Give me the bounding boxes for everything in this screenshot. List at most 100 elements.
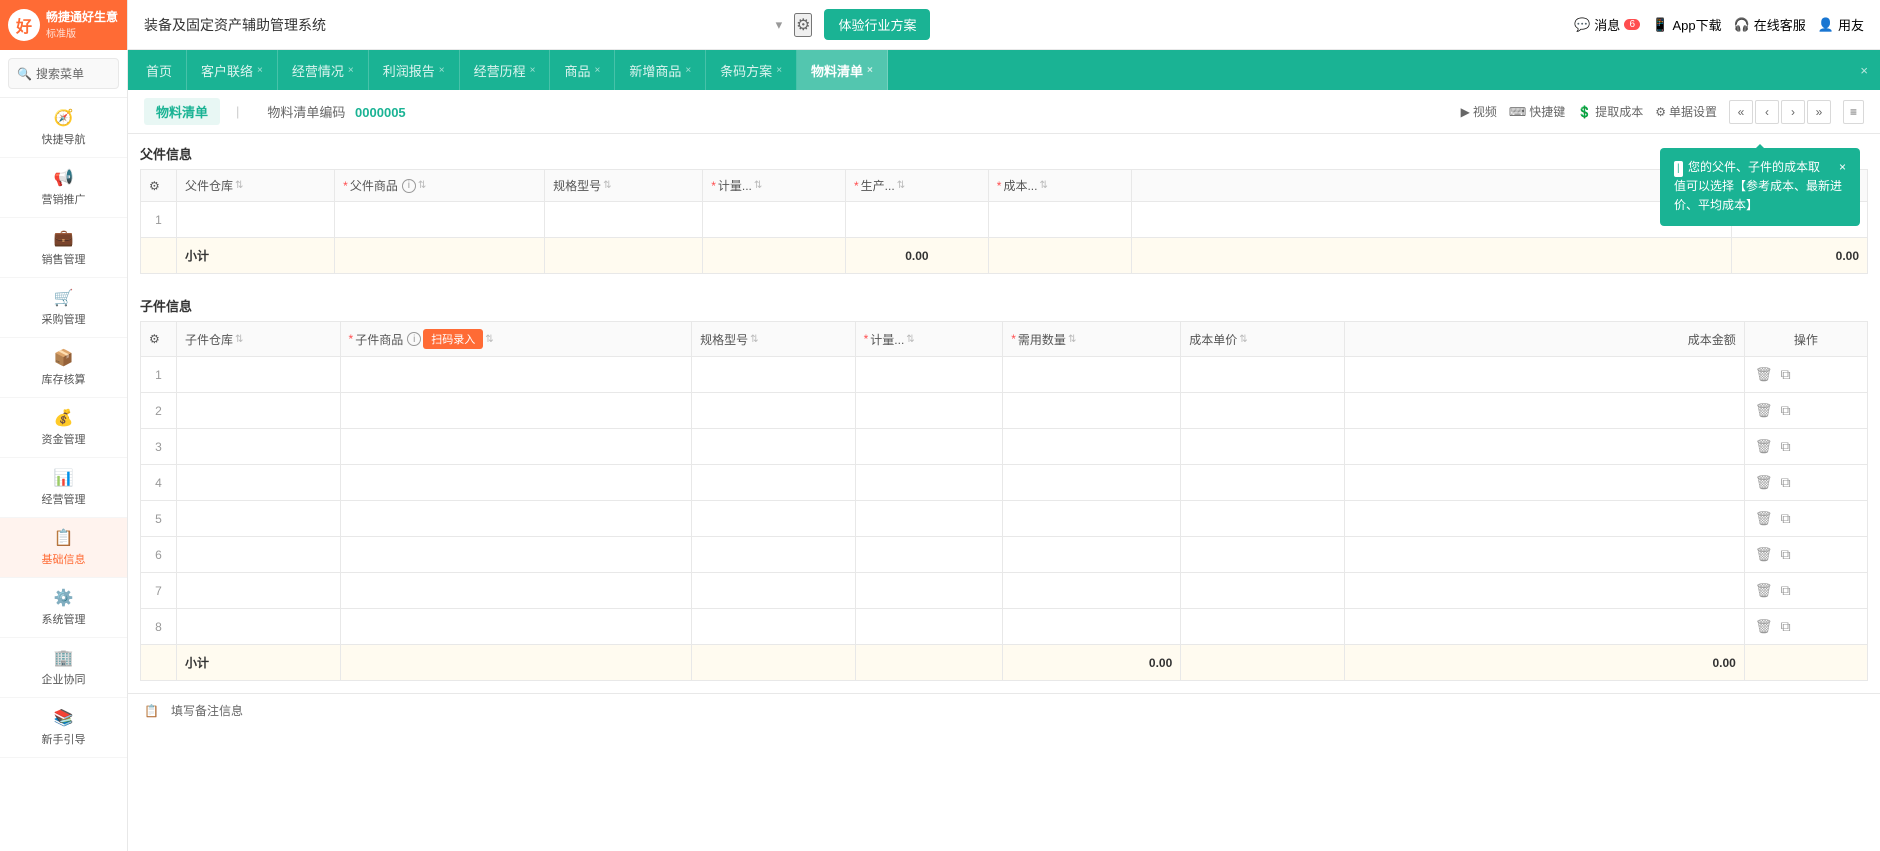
tab-customers[interactable]: 客户联络 × bbox=[187, 50, 278, 90]
copy-row-7-button[interactable]: ⧉ bbox=[1779, 580, 1793, 601]
page-content: 物料清单 | 物料清单编码 0000005 ▶ 视频 ⌨ 快捷键 bbox=[128, 90, 1880, 851]
child-unit-1[interactable] bbox=[855, 357, 1003, 393]
child-col-unit-cost: 成本单价⇅ bbox=[1181, 322, 1345, 357]
parent-production-cell[interactable] bbox=[846, 202, 989, 238]
child-warehouse-1[interactable] bbox=[177, 357, 341, 393]
breadcrumb-tab-bom-list[interactable]: 物料清单 bbox=[144, 98, 220, 125]
search-menu-button[interactable]: 🔍 搜索菜单 bbox=[8, 58, 119, 89]
close-all-tabs[interactable]: × bbox=[1852, 63, 1876, 78]
sidebar-item-inventory[interactable]: 📦 库存核算 bbox=[0, 338, 127, 398]
tab-goods-close[interactable]: × bbox=[594, 65, 600, 76]
sidebar-item-operation[interactable]: 📊 经营管理 bbox=[0, 458, 127, 518]
sales-icon: 💼 bbox=[54, 228, 74, 248]
last-page-button[interactable]: » bbox=[1807, 100, 1831, 124]
delete-row-2-button[interactable]: 🗑 bbox=[1753, 400, 1775, 421]
tooltip-close-button[interactable]: × bbox=[1839, 158, 1846, 177]
page-header-actions: ▶ 视频 ⌨ 快捷键 💲 提取成本 ⚙ 单据设置 bbox=[1461, 100, 1864, 124]
guide-icon: 📚 bbox=[54, 708, 74, 728]
parent-col-unit: *计量...⇅ bbox=[703, 170, 846, 202]
copy-row-2-button[interactable]: ⧉ bbox=[1779, 400, 1793, 421]
sidebar-item-quick-nav[interactable]: 🧭 快捷导航 bbox=[0, 98, 127, 158]
delete-row-5-button[interactable]: 🗑 bbox=[1753, 508, 1775, 529]
single-settings-action[interactable]: ⚙ 单据设置 bbox=[1655, 103, 1717, 120]
system-title: 装备及固定资产辅助管理系统 bbox=[144, 15, 764, 35]
parent-col-settings[interactable]: ⚙ bbox=[141, 170, 177, 202]
delete-row-4-button[interactable]: 🗑 bbox=[1753, 472, 1775, 493]
delete-row-8-button[interactable]: 🗑 bbox=[1753, 616, 1775, 637]
settings-icon[interactable]: ⚙ bbox=[794, 13, 812, 37]
trial-button[interactable]: 体验行业方案 bbox=[824, 9, 930, 40]
prev-page-button[interactable]: ‹ bbox=[1755, 100, 1779, 124]
sidebar-item-finance[interactable]: 💰 资金管理 bbox=[0, 398, 127, 458]
child-spec-1[interactable] bbox=[692, 357, 856, 393]
tab-history-close[interactable]: × bbox=[530, 65, 536, 76]
child-col-settings[interactable]: ⚙ bbox=[141, 322, 177, 357]
sidebar-item-basic-info[interactable]: 📋 基础信息 bbox=[0, 518, 127, 578]
tab-new-goods-close[interactable]: × bbox=[685, 65, 691, 76]
sidebar-item-purchase[interactable]: 🛒 采购管理 bbox=[0, 278, 127, 338]
tab-profit-close[interactable]: × bbox=[439, 65, 445, 76]
tab-bom-close[interactable]: × bbox=[867, 65, 873, 76]
child-subtotal-row: 小计 0.00 0.00 bbox=[141, 645, 1868, 681]
app-subtitle: 标准版 bbox=[46, 25, 118, 40]
sidebar-item-label: 系统管理 bbox=[42, 611, 86, 627]
parent-col-cost: *成本...⇅ bbox=[988, 170, 1131, 202]
child-qty-1[interactable] bbox=[1003, 357, 1181, 393]
tab-history[interactable]: 经营历程 × bbox=[460, 50, 551, 90]
sidebar-item-guide[interactable]: 📚 新手引导 bbox=[0, 698, 127, 758]
first-page-button[interactable]: « bbox=[1729, 100, 1753, 124]
child-subtotal-qty: 0.00 bbox=[1003, 645, 1181, 681]
expand-button[interactable]: ≡ bbox=[1843, 100, 1864, 124]
parent-goods-cell[interactable] bbox=[335, 202, 545, 238]
sidebar-item-corp[interactable]: 🏢 企业协同 bbox=[0, 638, 127, 698]
parent-unit-cell[interactable] bbox=[703, 202, 846, 238]
app-name: 畅捷通好生意 bbox=[46, 10, 118, 24]
copy-row-3-button[interactable]: ⧉ bbox=[1779, 436, 1793, 457]
delete-row-7-button[interactable]: 🗑 bbox=[1753, 580, 1775, 601]
parent-cost-cell[interactable] bbox=[988, 202, 1131, 238]
sidebar-item-marketing[interactable]: 📢 营销推广 bbox=[0, 158, 127, 218]
tab-bom-label: 物料清单 bbox=[811, 61, 863, 80]
tab-goods[interactable]: 商品 × bbox=[550, 50, 615, 90]
sidebar-search-section: 🔍 搜索菜单 bbox=[0, 50, 127, 98]
sidebar-item-system[interactable]: ⚙️ 系统管理 bbox=[0, 578, 127, 638]
child-unit-cost-1[interactable] bbox=[1181, 357, 1345, 393]
delete-row-1-button[interactable]: 🗑 bbox=[1753, 364, 1775, 385]
tab-operations-close[interactable]: × bbox=[348, 65, 354, 76]
tab-operations[interactable]: 经营情况 × bbox=[278, 50, 369, 90]
next-page-button[interactable]: › bbox=[1781, 100, 1805, 124]
tab-barcode-close[interactable]: × bbox=[776, 65, 782, 76]
parent-section-title: 父件信息 bbox=[140, 134, 1868, 169]
scan-button[interactable]: 扫码录入 bbox=[423, 329, 483, 349]
tab-new-goods-label: 新增商品 bbox=[629, 61, 681, 80]
tab-bom[interactable]: 物料清单 × bbox=[797, 50, 888, 90]
tab-home[interactable]: 首页 bbox=[132, 50, 187, 90]
shortcut-action[interactable]: ⌨ 快捷键 bbox=[1509, 103, 1565, 120]
bottom-bar: 📋 填写备注信息 bbox=[128, 693, 1880, 727]
copy-row-4-button[interactable]: ⧉ bbox=[1779, 472, 1793, 493]
tab-customers-close[interactable]: × bbox=[257, 65, 263, 76]
parent-spec-cell[interactable] bbox=[545, 202, 703, 238]
search-menu-label: 搜索菜单 bbox=[36, 65, 84, 82]
user-action[interactable]: 👤 用友 bbox=[1818, 15, 1864, 34]
sidebar-item-sales[interactable]: 💼 销售管理 bbox=[0, 218, 127, 278]
copy-row-1-button[interactable]: ⧉ bbox=[1779, 364, 1793, 385]
child-table-row: 3 🗑⧉ bbox=[141, 429, 1868, 465]
extract-cost-action[interactable]: 💲 提取成本 bbox=[1577, 103, 1643, 120]
view-video-action[interactable]: ▶ 视频 bbox=[1461, 103, 1497, 120]
delete-row-3-button[interactable]: 🗑 bbox=[1753, 436, 1775, 457]
copy-row-5-button[interactable]: ⧉ bbox=[1779, 508, 1793, 529]
tab-profit[interactable]: 利润报告 × bbox=[369, 50, 460, 90]
tab-new-goods[interactable]: 新增商品 × bbox=[615, 50, 706, 90]
tab-barcode[interactable]: 条码方案 × bbox=[706, 50, 797, 90]
child-goods-1[interactable] bbox=[340, 357, 692, 393]
child-col-qty: *需用数量⇅ bbox=[1003, 322, 1181, 357]
message-action[interactable]: 💬 消息 6 bbox=[1574, 15, 1640, 34]
parent-warehouse-cell[interactable] bbox=[177, 202, 335, 238]
online-support-action[interactable]: 🎧 在线客服 bbox=[1734, 15, 1806, 34]
delete-row-6-button[interactable]: 🗑 bbox=[1753, 544, 1775, 565]
copy-row-8-button[interactable]: ⧉ bbox=[1779, 616, 1793, 637]
copy-row-6-button[interactable]: ⧉ bbox=[1779, 544, 1793, 565]
app-download-action[interactable]: 📱 App下载 bbox=[1652, 15, 1721, 34]
basic-info-icon: 📋 bbox=[54, 528, 74, 548]
